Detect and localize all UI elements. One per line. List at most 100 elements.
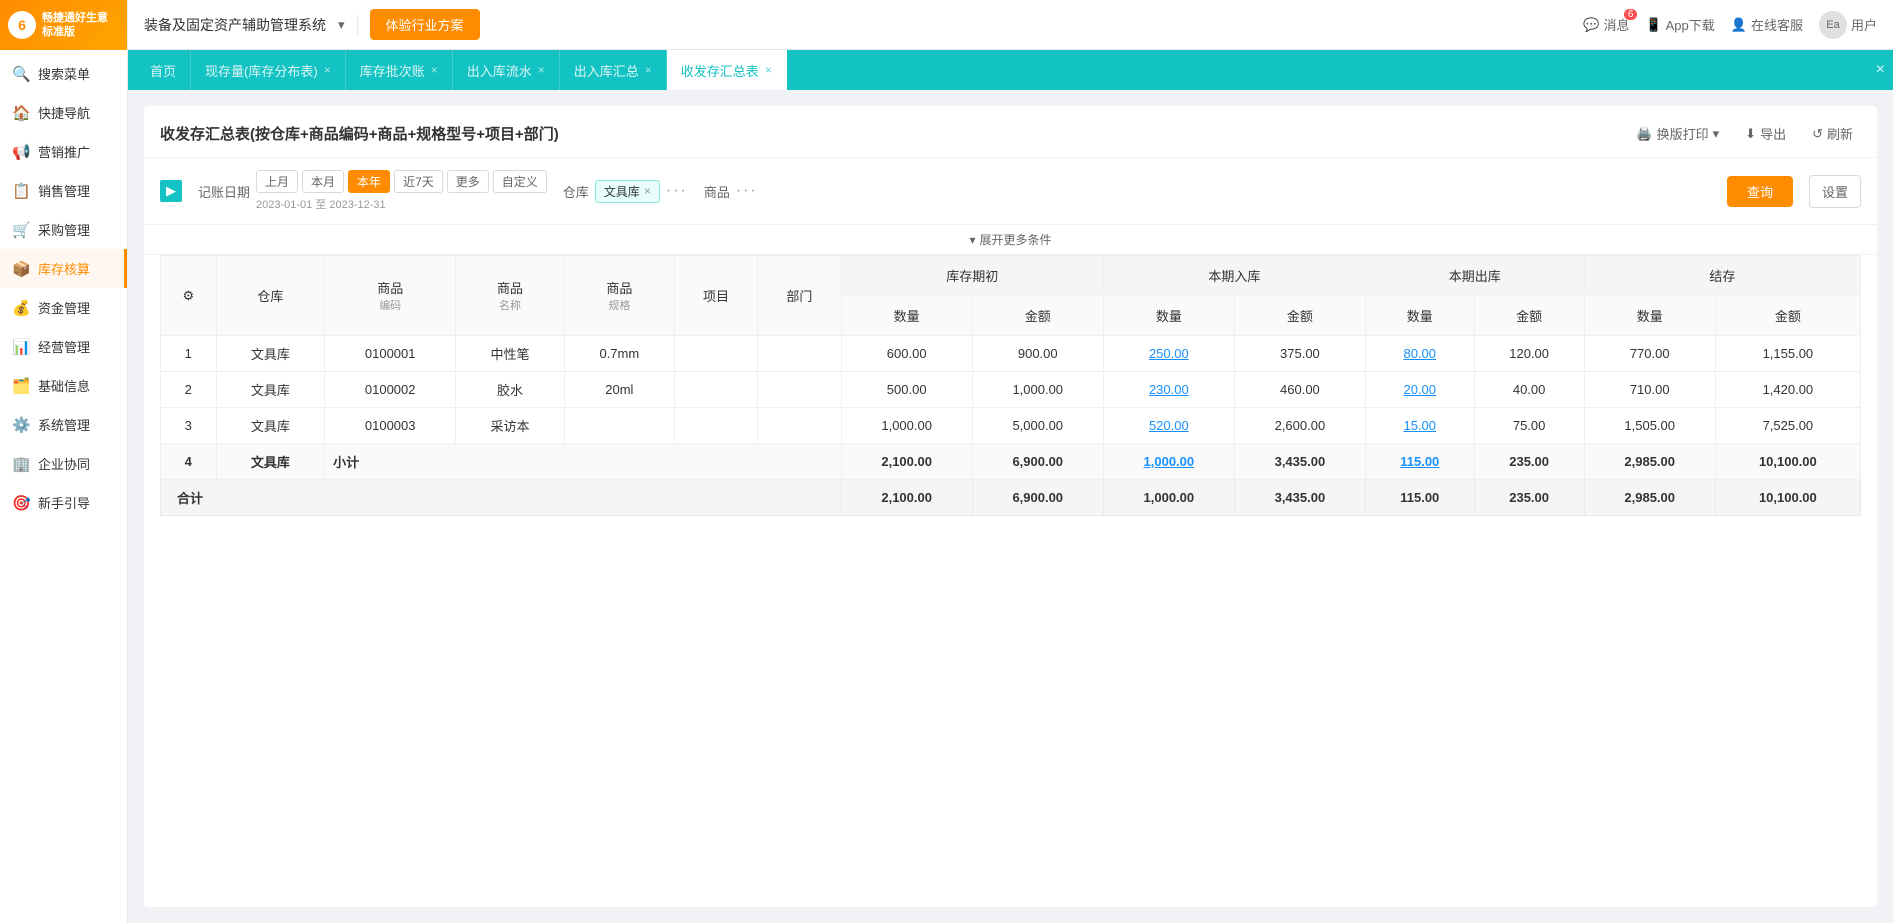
query-btn[interactable]: 查询	[1727, 176, 1793, 207]
sidebar-icon-newbie: 🎯	[12, 494, 30, 512]
sidebar-item-inventory[interactable]: 📦库存核算	[0, 249, 127, 288]
subtotal-in-amt: 3,435.00	[1234, 444, 1365, 480]
cell-balance-amt: 7,525.00	[1715, 408, 1860, 444]
tab-inout-summary-close[interactable]: ×	[645, 63, 652, 77]
cell-out-amt: 75.00	[1474, 408, 1584, 444]
notification-item[interactable]: 💬 消息 6	[1583, 15, 1629, 34]
cell-warehouse: 文具库	[216, 408, 325, 444]
sidebar-item-marketing[interactable]: 📢营销推广	[0, 132, 127, 171]
subtotal-warehouse: 文具库	[216, 444, 325, 480]
sidebar-item-system[interactable]: ⚙️系统管理	[0, 405, 127, 444]
cell-out-qty[interactable]: 20.00	[1365, 372, 1474, 408]
warehouse-more-dots[interactable]: ···	[666, 182, 688, 200]
sidebar-label-basic: 基础信息	[38, 376, 90, 395]
tab-home[interactable]: 首页	[136, 50, 191, 90]
cell-department	[758, 408, 841, 444]
total-balance-qty: 2,985.00	[1584, 480, 1715, 516]
total-row: 合计 2,100.00 6,900.00 1,000.00 3,435.00 1…	[161, 480, 1861, 516]
sidebar-item-business[interactable]: 📊经营管理	[0, 327, 127, 366]
table-section: ⚙ 仓库 商品编码 商品名称 商品规格 项目 部门 库存期初 本期入库 本期出库	[144, 255, 1877, 532]
content-area: 收发存汇总表(按仓库+商品编码+商品+规格型号+项目+部门) 🖨️ 换版打印 ▾…	[128, 90, 1893, 923]
sidebar-icon-system: ⚙️	[12, 416, 30, 434]
cell-opening-amt: 1,000.00	[972, 372, 1103, 408]
cell-in-qty[interactable]: 520.00	[1103, 408, 1234, 444]
expand-label: 展开更多条件	[980, 231, 1052, 248]
cell-in-qty[interactable]: 230.00	[1103, 372, 1234, 408]
cell-balance-amt: 1,420.00	[1715, 372, 1860, 408]
export-btn[interactable]: ⬇ 导出	[1737, 120, 1794, 147]
cell-product-code: 0100002	[325, 372, 456, 408]
cell-in-qty[interactable]: 250.00	[1103, 336, 1234, 372]
cell-department	[758, 336, 841, 372]
tab-batch-acct-label: 库存批次账	[360, 61, 425, 80]
print-icon: 🖨️	[1636, 126, 1652, 142]
tab-inout-flow-close[interactable]: ×	[538, 63, 545, 77]
total-out-amt: 235.00	[1474, 480, 1584, 516]
trial-btn[interactable]: 体验行业方案	[370, 9, 480, 40]
sidebar-item-finance[interactable]: 💰资金管理	[0, 288, 127, 327]
cell-in-amt: 460.00	[1234, 372, 1365, 408]
date-btn-this-year[interactable]: 本年	[348, 170, 390, 193]
tab-recv-send-summary[interactable]: 收发存汇总表 ×	[667, 50, 787, 90]
date-btn-this-month[interactable]: 本月	[302, 170, 344, 193]
sidebar-item-enterprise[interactable]: 🏢 企业协同	[0, 444, 127, 483]
expand-conditions-btn[interactable]: ▾ 展开更多条件	[969, 231, 1051, 248]
date-btn-7days[interactable]: 近7天	[394, 170, 443, 193]
warehouse-tag-close[interactable]: ×	[644, 184, 651, 198]
sidebar-icon-purchase: 🛒	[12, 221, 30, 239]
refresh-btn[interactable]: ↺ 刷新	[1804, 120, 1861, 147]
tab-bar: 首页 现存量(库存分布表) × 库存批次账 × 出入库流水 × 出入库汇总 × …	[128, 50, 1893, 90]
user-item[interactable]: Ea 用户	[1819, 11, 1877, 39]
page-container: 收发存汇总表(按仓库+商品编码+商品+规格型号+项目+部门) 🖨️ 换版打印 ▾…	[144, 106, 1877, 907]
cell-out-qty[interactable]: 15.00	[1365, 408, 1474, 444]
phone-icon: 📱	[1645, 17, 1661, 33]
tab-inout-summary[interactable]: 出入库汇总 ×	[560, 50, 667, 90]
app-download-item[interactable]: 📱 App下载	[1645, 15, 1714, 34]
print-btn[interactable]: 🖨️ 换版打印 ▾	[1628, 120, 1727, 147]
sidebar: 6 畅捷通好生意 标准版 🔍搜索菜单🏠快捷导航📢营销推广📋销售管理🛒采购管理📦库…	[0, 0, 128, 923]
sidebar-label-enterprise: 企业协同	[38, 454, 90, 473]
date-range-text: 2023-01-01 至 2023-12-31	[256, 196, 386, 212]
message-icon: 💬	[1583, 17, 1599, 33]
sidebar-item-purchase[interactable]: 🛒采购管理	[0, 210, 127, 249]
filter-settings-btn[interactable]: 设置	[1809, 175, 1861, 208]
subtotal-in-qty[interactable]: 1,000.00	[1103, 444, 1234, 480]
date-btn-custom[interactable]: 自定义	[493, 170, 547, 193]
sidebar-icon-enterprise: 🏢	[12, 455, 30, 473]
date-btn-last-month[interactable]: 上月	[256, 170, 298, 193]
cell-in-amt: 2,600.00	[1234, 408, 1365, 444]
cell-out-qty[interactable]: 80.00	[1365, 336, 1474, 372]
filter-collapse-btn[interactable]: ▶	[160, 180, 182, 202]
app-download-label: App下载	[1666, 15, 1715, 34]
product-label: 商品	[704, 182, 730, 201]
date-btn-more[interactable]: 更多	[447, 170, 489, 193]
subtotal-opening-amt: 6,900.00	[972, 444, 1103, 480]
cell-product-spec	[564, 408, 674, 444]
sidebar-icon-basic: 🗂️	[12, 377, 30, 395]
tab-recv-send-summary-close[interactable]: ×	[765, 63, 772, 77]
tab-stock-dist-close[interactable]: ×	[324, 63, 331, 77]
total-opening-amt: 6,900.00	[972, 480, 1103, 516]
cell-balance-qty: 710.00	[1584, 372, 1715, 408]
sidebar-item-newbie[interactable]: 🎯新手引导	[0, 483, 127, 522]
sidebar-item-search[interactable]: 🔍搜索菜单	[0, 54, 127, 93]
subtotal-label: 小计	[325, 444, 841, 480]
th-balance-amt: 金额	[1715, 296, 1860, 336]
th-settings[interactable]: ⚙	[161, 256, 217, 336]
tab-batch-acct-close[interactable]: ×	[431, 63, 438, 77]
tab-inout-flow[interactable]: 出入库流水 ×	[453, 50, 560, 90]
subtotal-out-qty[interactable]: 115.00	[1365, 444, 1474, 480]
sidebar-item-quick-nav[interactable]: 🏠快捷导航	[0, 93, 127, 132]
sidebar-item-basic[interactable]: 🗂️ 基础信息	[0, 366, 127, 405]
cell-index: 3	[161, 408, 217, 444]
sidebar-item-sales[interactable]: 📋销售管理	[0, 171, 127, 210]
product-more-dots[interactable]: ···	[736, 182, 758, 200]
th-opening-group: 库存期初	[841, 256, 1103, 296]
tab-bar-close[interactable]: ×	[1876, 61, 1885, 79]
online-service-item[interactable]: 👤 在线客服	[1731, 15, 1803, 34]
system-dropdown[interactable]: ▾	[338, 17, 345, 33]
user-label: 用户	[1851, 15, 1877, 34]
warehouse-filter-group: 仓库 文具库 × ···	[563, 180, 688, 203]
tab-stock-dist[interactable]: 现存量(库存分布表) ×	[191, 50, 346, 90]
tab-batch-acct[interactable]: 库存批次账 ×	[346, 50, 453, 90]
